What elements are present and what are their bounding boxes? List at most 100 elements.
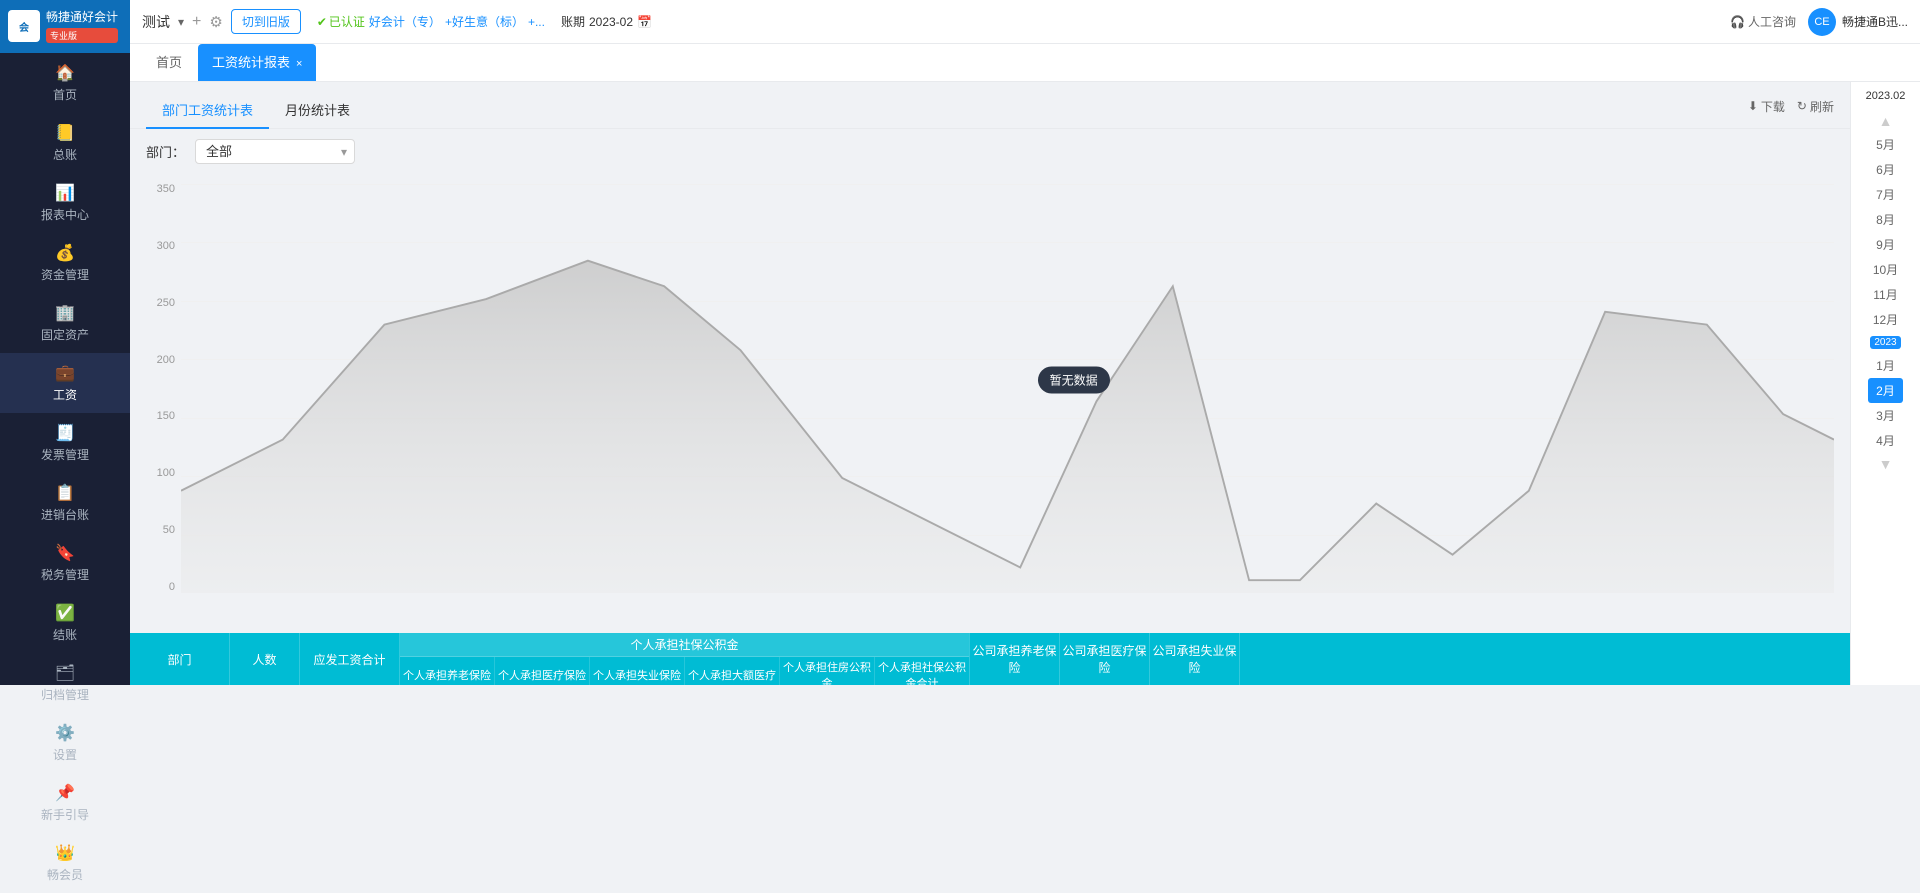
department-select[interactable]: 全部 bbox=[195, 139, 355, 164]
table-col-group-social: 个人承担社保公积金个人承担养老保险个人承担医疗保险个人承担失业保险个人承担大额医… bbox=[400, 633, 970, 685]
sidebar-item-assets[interactable]: 🏢固定资产 bbox=[0, 293, 130, 353]
header-right: 🎧 人工咨询 CE 畅捷通B迅... bbox=[1730, 8, 1908, 36]
status-more: +... bbox=[528, 15, 545, 29]
sidebar-item-settings[interactable]: ⚙️设置 bbox=[0, 713, 130, 773]
reports-icon: 📊 bbox=[55, 183, 75, 203]
tab-close-salary-stats[interactable]: × bbox=[296, 58, 302, 70]
sidebar-item-archive[interactable]: 🗂 归档管理 bbox=[0, 653, 130, 713]
company-dropdown-icon[interactable]: ▾ bbox=[178, 15, 184, 29]
checkout-icon: ✅ bbox=[55, 603, 75, 623]
sidebar-item-label-checkout: 结账 bbox=[53, 626, 77, 643]
chart-container: 050100150200250300350 bbox=[146, 184, 1834, 613]
switch-version-button[interactable]: 切到旧版 bbox=[231, 9, 301, 34]
panel-month-9月[interactable]: 9月 bbox=[1865, 232, 1906, 257]
refresh-button[interactable]: ↻ 刷新 bbox=[1797, 98, 1834, 115]
period-label: 账期 bbox=[561, 13, 585, 30]
panel-month-current-1月[interactable]: 1月 bbox=[1868, 353, 1903, 378]
home-icon: 🏠 bbox=[55, 63, 75, 83]
table-sub-col-个人承担养老保险: 个人承担养老保险 bbox=[400, 657, 495, 685]
panel-month-current-2月[interactable]: 2月 bbox=[1868, 378, 1903, 403]
username[interactable]: 畅捷通B迅... bbox=[1842, 13, 1908, 30]
panel-month-current-4月[interactable]: 4月 bbox=[1868, 428, 1903, 453]
sidebar-item-reports[interactable]: 📊报表中心 bbox=[0, 173, 130, 233]
table-sub-col-个人承担社保公积金合计: 个人承担社保公积金合计 bbox=[875, 657, 969, 685]
main-content: 测试 ▾ + ⚙ 切到旧版 ✔ 已认证 好会计（专） +好生意（标） +... … bbox=[130, 0, 1920, 685]
y-label-50: 50 bbox=[163, 525, 175, 536]
sub-tab-actions: ⬇ 下载 ↻ 刷新 bbox=[1748, 98, 1834, 123]
tab-home[interactable]: 首页 bbox=[142, 44, 196, 81]
table-header: 部门人数应发工资合计个人承担社保公积金个人承担养老保险个人承担医疗保险个人承担失… bbox=[130, 633, 1850, 685]
ledger-icon: 📒 bbox=[55, 123, 75, 143]
y-label-0: 0 bbox=[169, 582, 175, 593]
sidebar-item-purchase[interactable]: 📋进销台账 bbox=[0, 473, 130, 533]
sidebar-item-label-guide: 新手引导 bbox=[41, 806, 89, 823]
sub-tab-dept[interactable]: 部门工资统计表 bbox=[146, 92, 269, 129]
sidebar-item-funds[interactable]: 💰 资金管理 bbox=[0, 233, 130, 293]
sidebar-item-invoice[interactable]: 🧾发票管理 bbox=[0, 413, 130, 473]
sidebar-items: 🏠首页📒总账📊报表中心💰资金管理🏢固定资产💼工资🧾发票管理📋进销台账🔖税务管理✅… bbox=[0, 53, 130, 893]
sidebar-item-checkout[interactable]: ✅ 结账 bbox=[0, 593, 130, 653]
sidebar-item-home[interactable]: 🏠首页 bbox=[0, 53, 130, 113]
sidebar-item-tax[interactable]: 🔖税务管理 bbox=[0, 533, 130, 593]
sub-tab-label-monthly: 月份统计表 bbox=[285, 103, 350, 118]
assets-icon: 🏢 bbox=[55, 303, 75, 323]
panel-month-current-3月[interactable]: 3月 bbox=[1868, 403, 1903, 428]
sub-tab-monthly[interactable]: 月份统计表 bbox=[269, 92, 366, 129]
user-info: CE 畅捷通B迅... bbox=[1808, 8, 1908, 36]
sidebar-item-vip[interactable]: 👑 畅会员 bbox=[0, 833, 130, 893]
sidebar-item-guide[interactable]: 📌新手引导 bbox=[0, 773, 130, 833]
status-good-accounting: 好会计（专） bbox=[369, 13, 441, 30]
tab-bar: 首页 工资统计报表 × bbox=[130, 44, 1920, 82]
tab-label-salary-stats: 工资统计报表 bbox=[212, 55, 290, 70]
panel-up-arrow[interactable]: ▲ bbox=[1876, 110, 1896, 132]
sidebar-item-salary[interactable]: 💼工资 bbox=[0, 353, 130, 413]
sidebar-item-label-vip: 畅会员 bbox=[47, 866, 83, 883]
download-icon: ⬇ bbox=[1748, 99, 1758, 113]
tab-label-home: 首页 bbox=[156, 55, 182, 70]
archive-icon: 🗂 bbox=[55, 663, 75, 683]
chart-area: 050100150200250300350 bbox=[130, 174, 1850, 633]
sidebar-item-label-ledger: 总账 bbox=[53, 146, 77, 163]
panel-month-5月[interactable]: 5月 bbox=[1865, 132, 1906, 157]
check-icon: ✔ bbox=[317, 15, 327, 29]
panel-month-12月[interactable]: 12月 bbox=[1865, 307, 1906, 332]
tax-icon: 🔖 bbox=[55, 543, 75, 563]
company-name: 测试 bbox=[142, 12, 170, 32]
top-header: 测试 ▾ + ⚙ 切到旧版 ✔ 已认证 好会计（专） +好生意（标） +... … bbox=[130, 0, 1920, 44]
panel-month-10月[interactable]: 10月 bbox=[1865, 257, 1906, 282]
logo-badge: 专业版 bbox=[46, 28, 118, 43]
sidebar-item-label-settings: 设置 bbox=[53, 746, 77, 763]
chart-y-axis: 050100150200250300350 bbox=[146, 184, 181, 593]
tab-salary-stats[interactable]: 工资统计报表 × bbox=[198, 44, 316, 81]
sidebar: 会 畅捷通好会计 专业版 🏠首页 📒 总账 📊报表中心 💰 资金管理 🏢固定资产💼工资🧾发票… bbox=[0, 0, 130, 685]
download-button[interactable]: ⬇ 下载 bbox=[1748, 98, 1785, 115]
y-label-100: 100 bbox=[157, 468, 175, 479]
panel-month-6月[interactable]: 6月 bbox=[1865, 157, 1906, 182]
sidebar-item-label-archive: 归档管理 bbox=[41, 686, 89, 703]
panel-month-7月[interactable]: 7月 bbox=[1865, 182, 1906, 207]
panel-year-badge[interactable]: 2023 bbox=[1870, 336, 1900, 349]
content-wrapper: 部门工资统计表月份统计表 ⬇ 下载 ↻ 刷新 部门： 全 bbox=[130, 82, 1920, 685]
funds-icon: 💰 bbox=[55, 243, 75, 263]
panel-month-11月[interactable]: 11月 bbox=[1865, 282, 1906, 307]
right-panel-months: 5月6月7月8月9月10月11月12月 bbox=[1865, 132, 1906, 332]
sidebar-item-label-funds: 资金管理 bbox=[41, 266, 89, 283]
header-settings-icon[interactable]: ⚙ bbox=[209, 13, 222, 31]
calendar-icon[interactable]: 📅 bbox=[637, 15, 652, 29]
logo-text-block: 畅捷通好会计 专业版 bbox=[46, 10, 118, 43]
period-info: 账期 2023-02 📅 bbox=[561, 13, 652, 30]
sidebar-item-ledger[interactable]: 📒 总账 bbox=[0, 113, 130, 173]
panel-month-8月[interactable]: 8月 bbox=[1865, 207, 1906, 232]
logo-icon: 会 bbox=[8, 10, 40, 42]
panel-down-arrow[interactable]: ▼ bbox=[1876, 453, 1896, 475]
sub-tab-bar: 部门工资统计表 月份统计表 ⬇ 下载 ↻ 刷新 bbox=[130, 82, 1850, 129]
panel-current-date: 2023.02 bbox=[1866, 90, 1906, 102]
sidebar-item-label-invoice: 发票管理 bbox=[41, 446, 89, 463]
table-sub-col-个人承担失业保险: 个人承担失业保险 bbox=[590, 657, 685, 685]
header-plus-icon[interactable]: + bbox=[192, 13, 201, 31]
service-button[interactable]: 🎧 人工咨询 bbox=[1730, 13, 1796, 30]
right-panel: 2023.02 ▲ 5月6月7月8月9月10月11月12月 2023 1月2月3… bbox=[1850, 82, 1920, 685]
y-label-200: 200 bbox=[157, 355, 175, 366]
table-col-right-公司承担医疗保险: 公司承担医疗保险 bbox=[1060, 633, 1150, 685]
vip-icon: 👑 bbox=[55, 843, 75, 863]
